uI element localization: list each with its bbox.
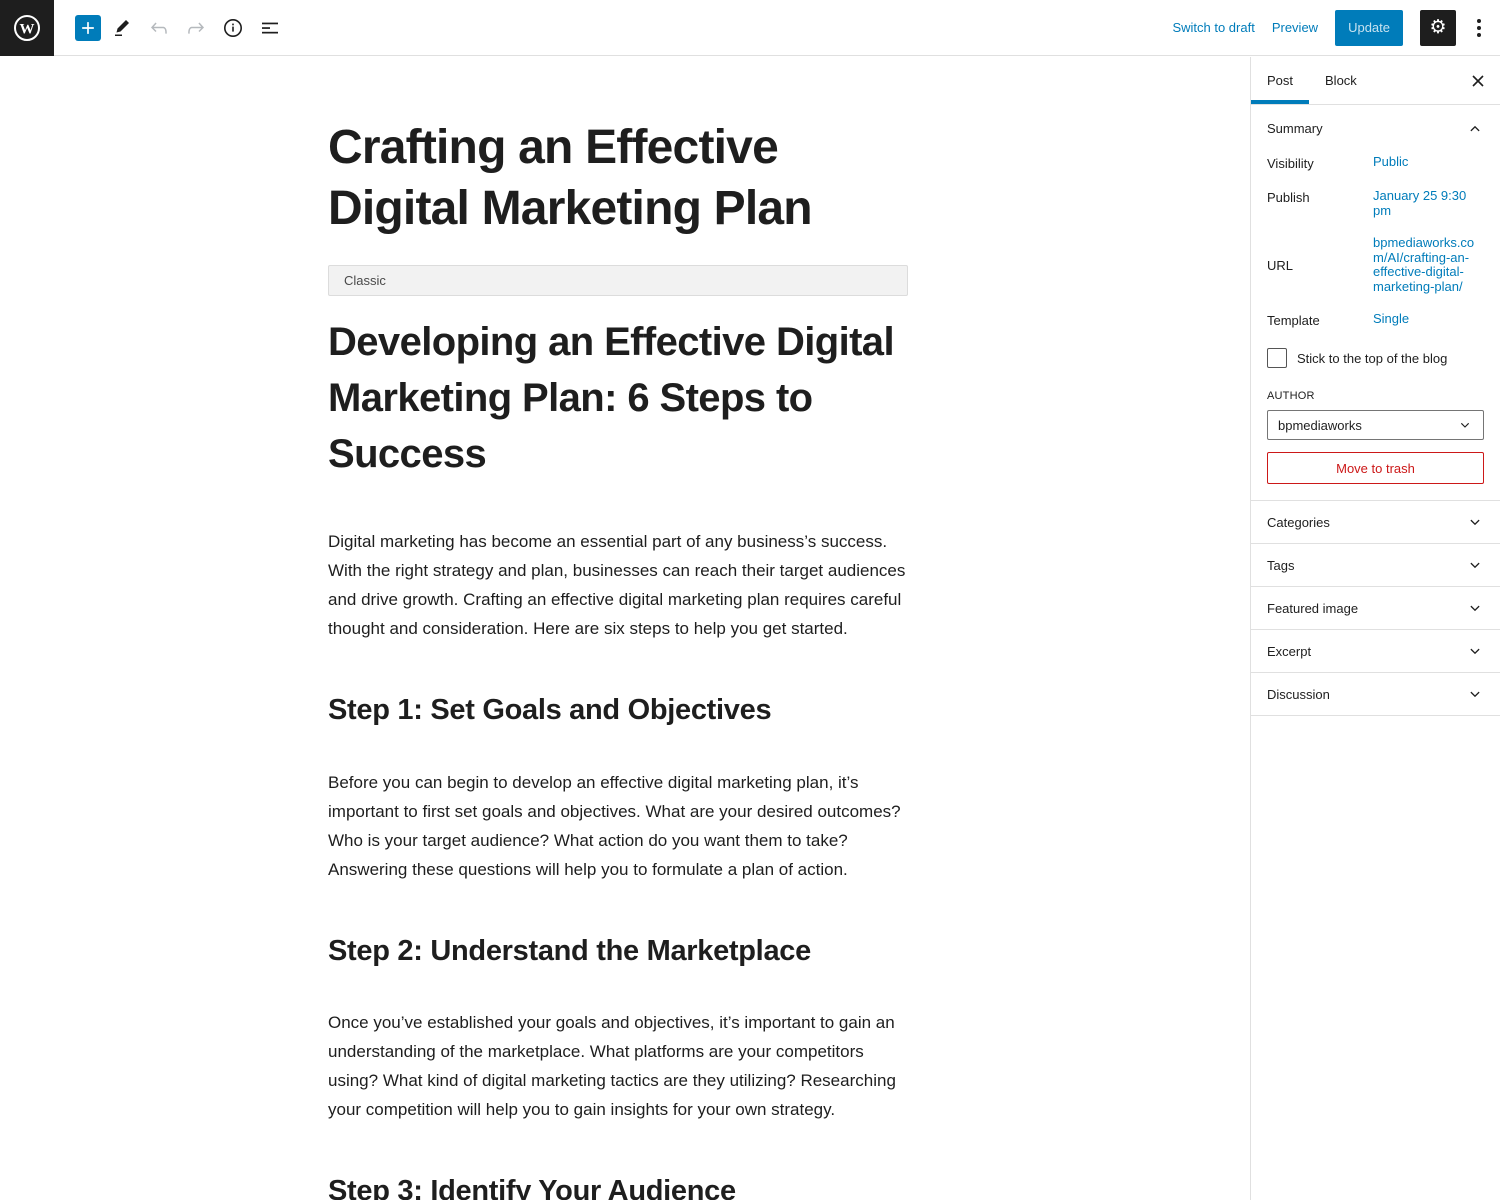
post-content: Crafting an Effective Digital Marketing … [328,117,908,1200]
close-settings-button[interactable] [1462,65,1494,97]
chevron-down-icon [1466,642,1484,660]
tags-panel-title: Tags [1267,557,1295,573]
post-title[interactable]: Crafting an Effective Digital Marketing … [328,117,908,240]
preview-link[interactable]: Preview [1272,20,1318,35]
summary-panel-title: Summary [1267,121,1323,136]
plus-icon [78,18,98,38]
switch-to-draft-link[interactable]: Switch to draft [1172,20,1254,35]
settings-sidebar: Post Block Summary Visibility Public Pub… [1250,57,1500,1200]
stick-to-top-label: Stick to the top of the blog [1297,350,1448,366]
featured-image-panel-title: Featured image [1267,600,1359,616]
block-inserter-button[interactable] [75,14,101,41]
undo-button[interactable] [143,12,175,44]
redo-icon [184,16,208,40]
categories-panel-title: Categories [1267,514,1330,530]
classic-block[interactable]: Classic [328,264,908,296]
author-select-value: bpmediaworks [1278,417,1362,433]
pencil-icon [110,16,134,40]
stick-to-top-checkbox[interactable] [1267,348,1287,369]
publish-value-link[interactable]: January 25 9:30 pm [1373,188,1484,218]
step-1-paragraph[interactable]: Before you can begin to develop an effec… [328,768,908,884]
url-value-link[interactable]: bpmediaworks.com/AI/crafting-an-effectiv… [1373,235,1484,294]
details-button[interactable] [217,12,249,44]
classic-block-label: Classic [344,272,386,288]
url-label: URL [1267,258,1294,274]
chevron-down-icon [1466,513,1484,531]
list-view-button[interactable] [254,12,286,44]
chevron-up-icon [1466,120,1484,138]
info-icon [221,16,245,40]
chevron-down-icon [1466,556,1484,574]
categories-panel-header[interactable]: Categories [1251,500,1500,543]
visibility-row: Visibility Public [1267,154,1484,171]
author-select[interactable]: bpmediaworks [1267,410,1484,441]
toolbar-actions: Switch to draft Preview Update ⚙ [1172,9,1500,46]
wordpress-logo[interactable]: W [0,0,54,56]
featured-image-panel-header[interactable]: Featured image [1251,586,1500,629]
summary-body: Visibility Public Publish January 25 9:3… [1251,152,1500,500]
undo-icon [147,16,171,40]
template-row: Template Single [1267,312,1484,329]
step-2-heading[interactable]: Step 2: Understand the Marketplace [328,934,908,969]
close-icon [1466,69,1490,93]
publish-label: Publish [1267,190,1310,205]
step-2-paragraph[interactable]: Once you’ve established your goals and o… [328,1008,908,1124]
list-view-icon [258,16,282,40]
excerpt-panel-title: Excerpt [1267,643,1312,659]
options-menu-button[interactable] [1473,13,1485,43]
gear-icon: ⚙ [1429,16,1447,38]
chevron-down-icon [1466,685,1484,703]
edit-tool-button[interactable] [106,12,138,44]
tab-block[interactable]: Block [1309,57,1373,104]
summary-panel: Summary Visibility Public Publish Januar… [1251,105,1500,500]
post-heading-h2[interactable]: Developing an Effective Digital Marketin… [328,314,908,482]
tags-panel-header[interactable]: Tags [1251,543,1500,586]
chevron-down-icon [1457,417,1473,433]
move-to-trash-button[interactable]: Move to trash [1267,452,1484,485]
update-button[interactable]: Update [1335,9,1403,46]
wordpress-block-editor: W Switch to draft Preview Update ⚙ Craft… [0,0,1500,1200]
step-3-heading[interactable]: Step 3: Identify Your Audience [328,1174,908,1200]
visibility-label: Visibility [1267,156,1314,171]
template-label: Template [1267,313,1320,329]
discussion-panel-title: Discussion [1267,686,1330,702]
summary-panel-header[interactable]: Summary [1251,105,1500,152]
chevron-down-icon [1466,599,1484,617]
sidebar-tabs: Post Block [1251,57,1500,105]
svg-text:W: W [20,21,35,37]
kebab-dot [1477,18,1481,23]
kebab-dot [1477,25,1481,30]
editor-canvas: Crafting an Effective Digital Marketing … [0,57,1250,1200]
step-1-heading[interactable]: Step 1: Set Goals and Objectives [328,693,908,728]
url-row: URL bpmediaworks.com/AI/crafting-an-effe… [1267,235,1484,294]
editor-toolbar: W Switch to draft Preview Update ⚙ [0,0,1500,56]
intro-paragraph[interactable]: Digital marketing has become an essentia… [328,527,908,643]
collapsed-panels: Categories Tags Featured image Excerpt D… [1251,500,1500,717]
redo-button[interactable] [180,12,212,44]
discussion-panel-header[interactable]: Discussion [1251,672,1500,715]
visibility-value-link[interactable]: Public [1373,154,1484,170]
tab-post[interactable]: Post [1251,57,1309,104]
template-value-link[interactable]: Single [1373,312,1484,327]
excerpt-panel-header[interactable]: Excerpt [1251,629,1500,672]
stick-to-top-row: Stick to the top of the blog [1267,348,1484,369]
settings-gear-button[interactable]: ⚙ [1420,9,1456,46]
publish-row: Publish January 25 9:30 pm [1267,188,1484,218]
kebab-dot [1477,32,1481,37]
wordpress-icon: W [11,12,43,44]
author-label: AUTHOR [1267,390,1315,403]
